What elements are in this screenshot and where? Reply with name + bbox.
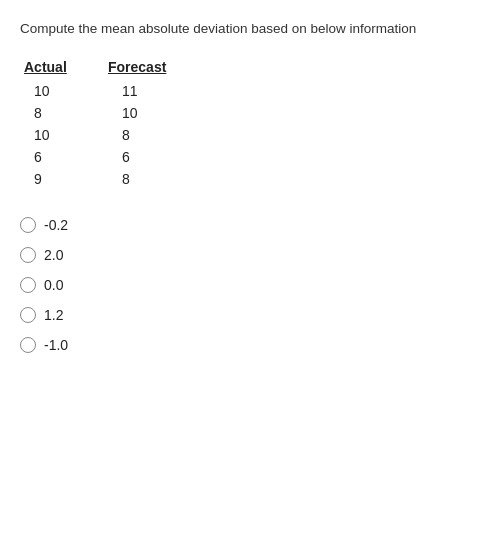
actual-4: 6 <box>20 149 100 165</box>
radio-button-2[interactable] <box>20 247 36 263</box>
option-label-5: -1.0 <box>44 337 68 353</box>
option-item-2[interactable]: 2.0 <box>20 247 480 263</box>
actual-1: 10 <box>20 83 100 99</box>
table-row: 6 6 <box>20 149 480 165</box>
table-row: 10 8 <box>20 127 480 143</box>
forecast-2: 10 <box>100 105 180 121</box>
option-item-5[interactable]: -1.0 <box>20 337 480 353</box>
table-row: 9 8 <box>20 171 480 187</box>
option-item-4[interactable]: 1.2 <box>20 307 480 323</box>
radio-button-4[interactable] <box>20 307 36 323</box>
table-row: 8 10 <box>20 105 480 121</box>
actual-2: 8 <box>20 105 100 121</box>
question-text: Compute the mean absolute deviation base… <box>20 20 480 39</box>
actual-3: 10 <box>20 127 100 143</box>
option-label-1: -0.2 <box>44 217 68 233</box>
table-header: Actual Forecast <box>20 59 480 75</box>
option-label-3: 0.0 <box>44 277 63 293</box>
forecast-4: 6 <box>100 149 180 165</box>
answer-options: -0.2 2.0 0.0 1.2 -1.0 <box>20 217 480 353</box>
forecast-1: 11 <box>100 83 180 99</box>
option-label-4: 1.2 <box>44 307 63 323</box>
actual-5: 9 <box>20 171 100 187</box>
forecast-5: 8 <box>100 171 180 187</box>
option-item-3[interactable]: 0.0 <box>20 277 480 293</box>
header-forecast: Forecast <box>100 59 180 75</box>
data-table: Actual Forecast 10 11 8 10 10 8 6 6 9 8 <box>20 59 480 187</box>
radio-button-3[interactable] <box>20 277 36 293</box>
radio-button-1[interactable] <box>20 217 36 233</box>
radio-button-5[interactable] <box>20 337 36 353</box>
option-label-2: 2.0 <box>44 247 63 263</box>
option-item-1[interactable]: -0.2 <box>20 217 480 233</box>
forecast-3: 8 <box>100 127 180 143</box>
table-row: 10 11 <box>20 83 480 99</box>
header-actual: Actual <box>20 59 100 75</box>
